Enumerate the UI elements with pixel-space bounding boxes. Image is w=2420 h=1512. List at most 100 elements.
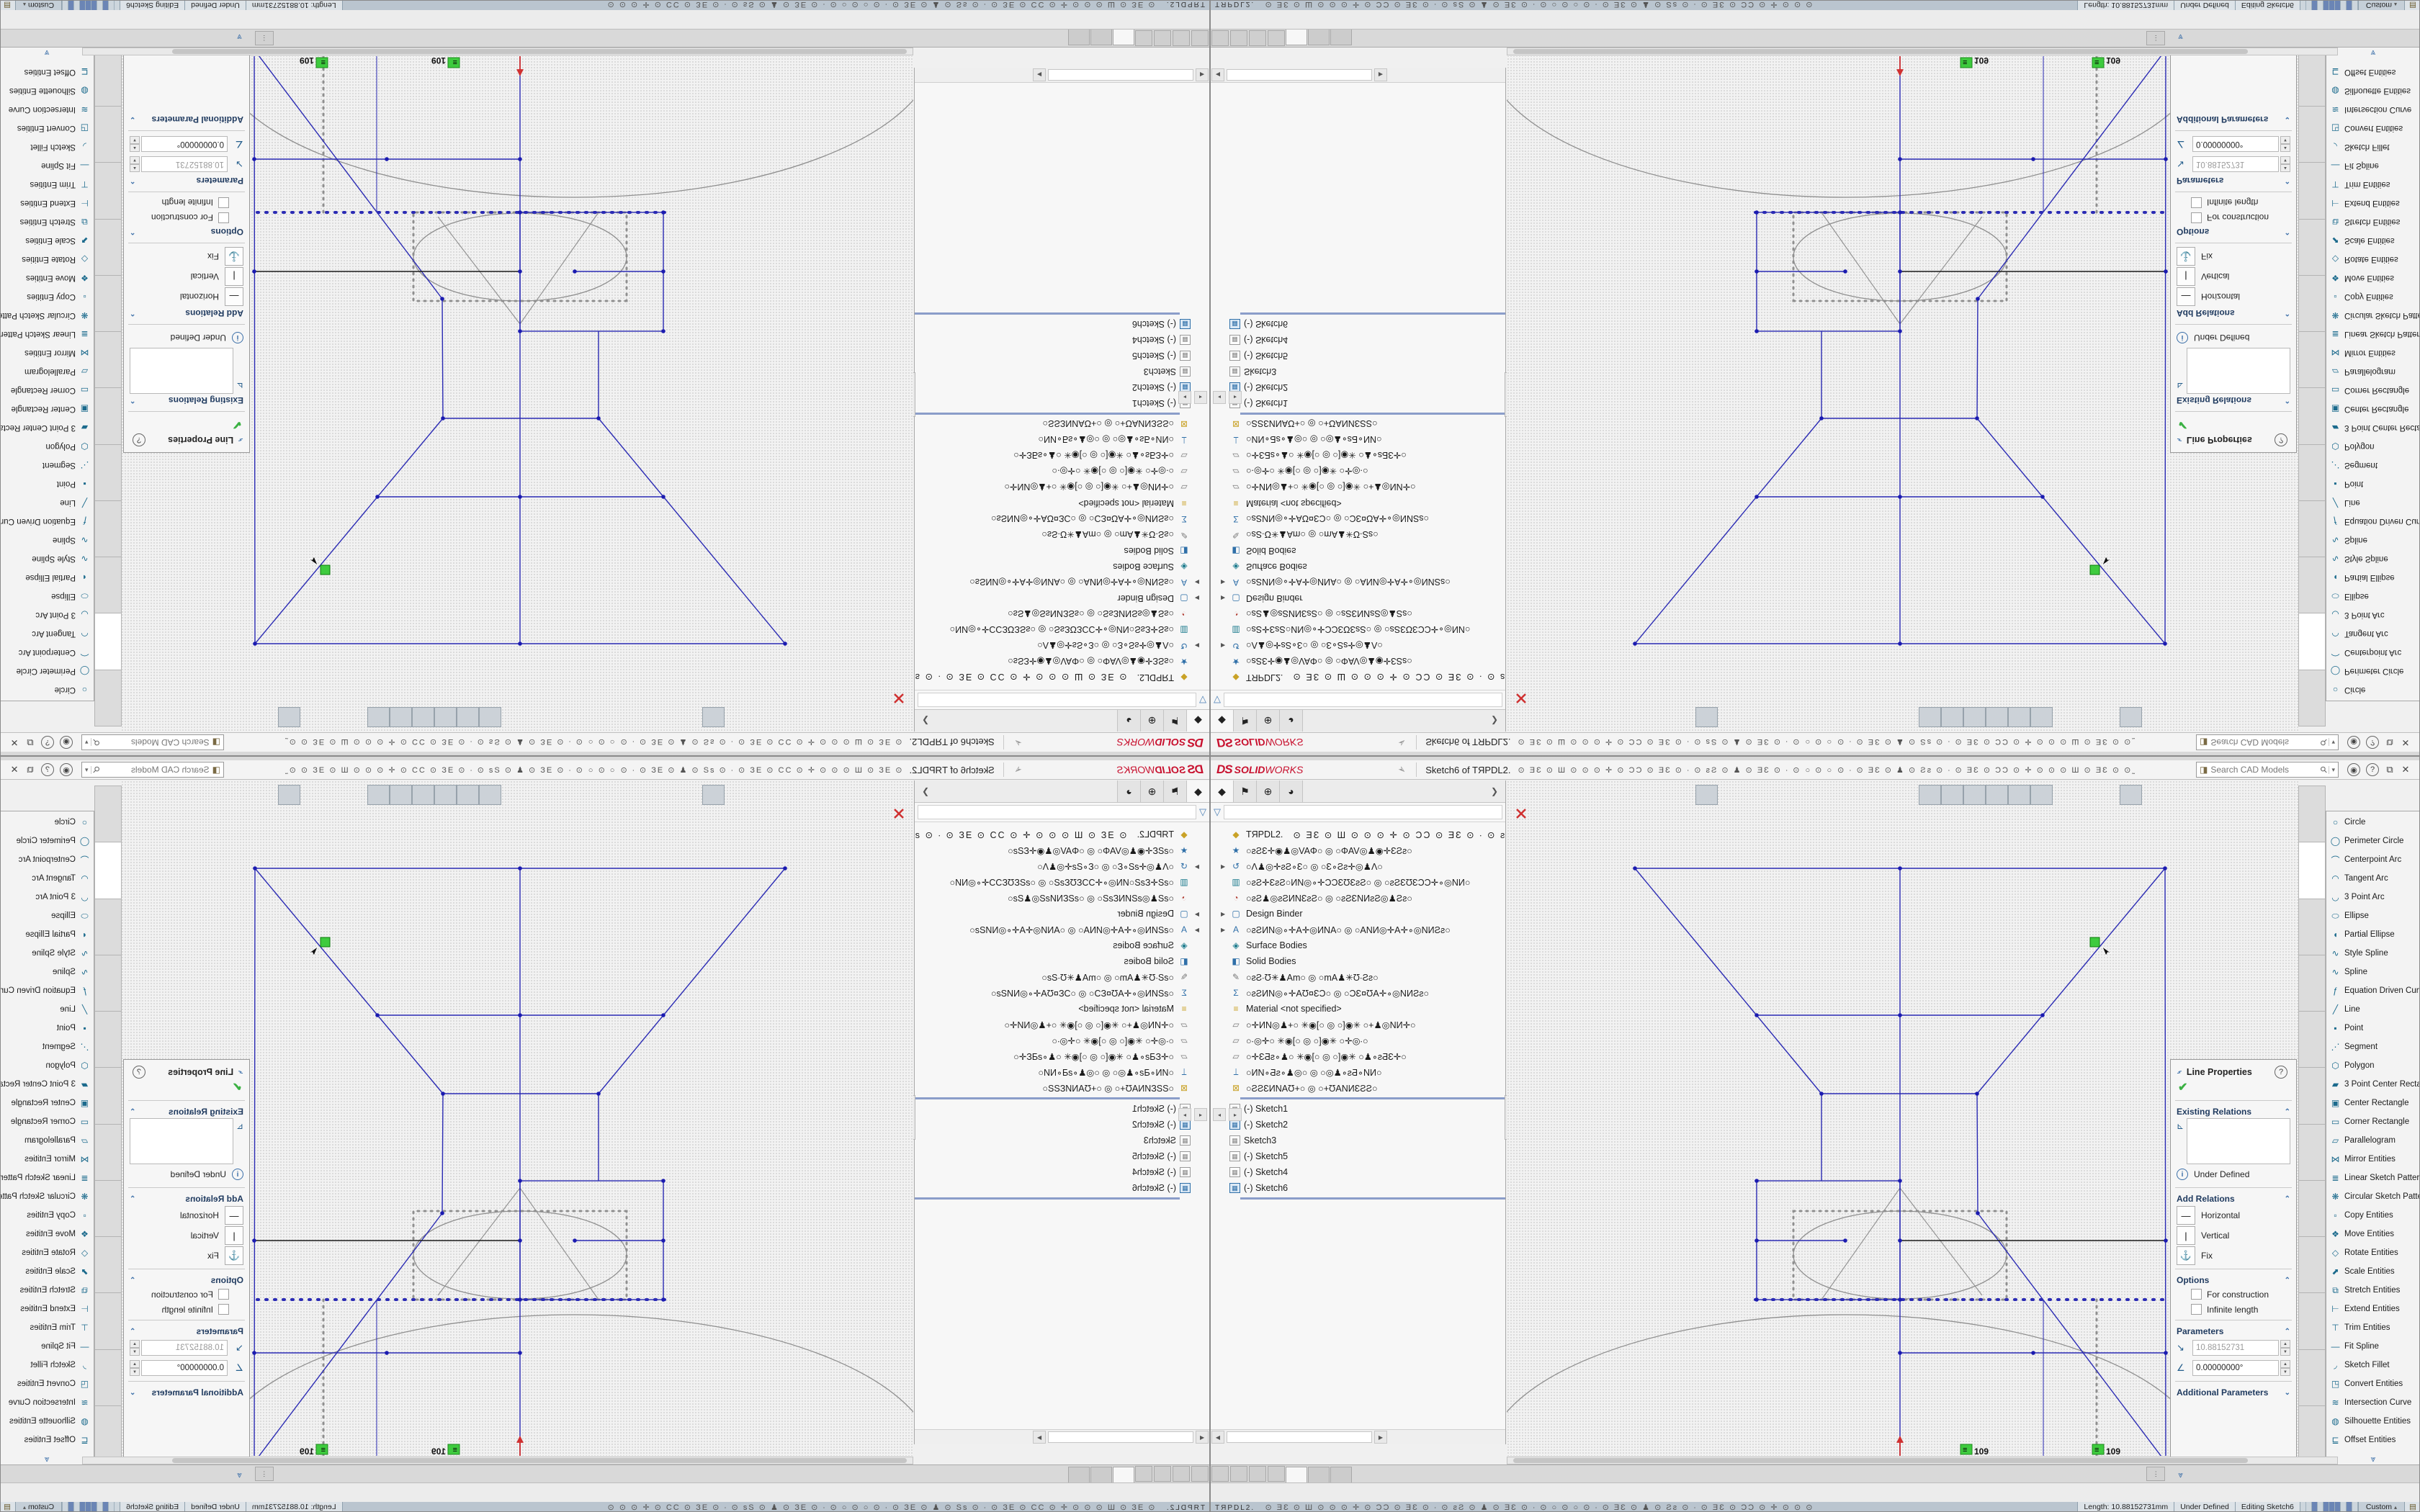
equal-relation-badge[interactable]: ≡ 109 [300, 56, 328, 68]
sketch-tool-item[interactable]: ◠ Tangent Arc [0, 624, 94, 643]
options-header[interactable]: Options ⌃ [2171, 225, 2296, 240]
tree-root[interactable]: ◆ TЯPDL2. ⊙ ƎƐ ⊙ Ш ⊙ ⊙ ⊙ ✛ ⊙ ϽƆ ⊙ ƎƐ ⊙ ∙… [1211, 670, 1505, 685]
tree-item[interactable]: ▥ ○ƨƧ✛ƐƨƧ○ИN◎∘✛ϽƆƐƱƐƨƧ○ ◎ ○ƨƧƐƱƐƆϽ✛∘◎NИ○ [915, 622, 1209, 638]
splitter-right-icon[interactable]: ▸ [1178, 1108, 1191, 1121]
toolbar-icon[interactable] [814, 707, 836, 727]
document-tab[interactable] [1308, 1467, 1330, 1483]
toolbar-icon[interactable] [591, 785, 613, 805]
close-sketch-icon[interactable] [1517, 809, 1525, 818]
tree-item[interactable]: ▦ (-) Sketch6 [915, 1180, 1209, 1196]
pin-icon[interactable]: ➢ [1011, 762, 1025, 776]
sketch-tool-item[interactable]: ▱ Parallelogram [2326, 362, 2420, 381]
sketch-tool-item[interactable]: ❋ Circular Sketch Pattern [0, 306, 94, 325]
command-tab[interactable] [94, 670, 122, 726]
help-icon[interactable]: ? [41, 736, 54, 749]
sketch-tool-item[interactable]: ▱ Parallelogram [0, 362, 94, 381]
pin-icon[interactable]: ➢ [1395, 735, 1409, 749]
tree-item[interactable]: ◧ Solid Bodies [1211, 953, 1505, 969]
add-relation-button[interactable]: — Horizontal [2171, 1205, 2296, 1225]
relations-list[interactable] [130, 348, 233, 394]
scroll-track[interactable] [1048, 1431, 1193, 1443]
menu-overflow-icon[interactable]: ⩔ [0, 48, 94, 58]
command-tab[interactable] [94, 1181, 122, 1237]
tree-item[interactable]: ▱ ○✛ƐƋƨ∘♟○ ✳◉[○ ◎ ○]◉✳ ○♟∘ƨƋƐ✛○ [915, 448, 1209, 464]
equal-relation-badge[interactable]: ≡ 109 [431, 1444, 460, 1456]
tab-nav-button[interactable] [1211, 30, 1229, 46]
help-icon[interactable]: ? [133, 1066, 145, 1079]
sketch-tool-item[interactable]: ❖ Move Entities [0, 1225, 94, 1243]
command-tab[interactable] [94, 500, 122, 557]
tree-item[interactable]: ◈ Surface Bodies [915, 937, 1209, 953]
tree-item[interactable]: ★ ○ƨƧƐ✛◉♟◎VAΦ○ ◎ ○ΦAV◎♟◉✛ƐƧƨ○ [1211, 842, 1505, 858]
scroll-track[interactable] [1048, 69, 1193, 81]
option-checkbox[interactable]: For construction [2171, 210, 2296, 225]
sketch-tool-item[interactable]: ▭ Corner Rectangle [2326, 381, 2420, 400]
add-relation-button[interactable]: ⚓ Fix [124, 1246, 249, 1266]
toolbar-icon[interactable] [702, 785, 725, 805]
sketch-tool-item[interactable]: ⊤ Trim Entities [0, 175, 94, 194]
collapse-icon[interactable]: ⌃ [2285, 1195, 2290, 1203]
relation-button-icon[interactable]: ⚓ [225, 247, 243, 266]
toolbar-icon[interactable] [1410, 11, 1431, 28]
graphics-horizontal-scrollbar[interactable] [82, 48, 913, 55]
sketch-tool-item[interactable]: ≣ Linear Sketch Pattern [2326, 1169, 2420, 1187]
tree-item[interactable]: ▶ ↺ ○Λ♟◎✛ƨƧ∘Ɛ○ ◎ ○Ɛ∘Ƨƨ✛◎♟Λ○ [1211, 858, 1505, 874]
toolbar-icon-strip[interactable]: ⊙ ƎƐ ⊙ Ш ⊙ ⊙ ⊙ ✛ ⊙ ϽƆ ⊙ ƎƐ ⊙ ∙ ⊙ ƨƧ ⊙ ♟ … [1518, 738, 1801, 747]
checkbox[interactable] [2191, 1289, 2202, 1300]
sketch-tool-item[interactable]: ◍ Silhouette Entities [0, 1412, 94, 1431]
tree-item[interactable]: ✎ ○ƨƧ∙Ʊ✳♟Am○ ◎ ○mA♟✳Ʊ∙Ƨƨ○ [915, 527, 1209, 543]
equal-relation-badge[interactable]: ≡ 109 [1960, 1444, 1989, 1456]
toolbar-icon[interactable] [1075, 1484, 1097, 1501]
sketch-tool-item[interactable]: ╱ Line [0, 493, 94, 512]
sketch-tool-item[interactable]: ❋ Circular Sketch Pattern [2326, 306, 2420, 325]
toolbar-icon[interactable] [2075, 707, 2097, 727]
panel-expand-icon[interactable]: ❯ [915, 710, 936, 732]
tree-item[interactable]: ▥ ○ƨƧ✛ƐƨƧ○ИN◎∘✛ϽƆƐƱƐƨƧ○ ◎ ○ƨƧƐƱƐƆϽ✛∘◎NИ○ [1211, 622, 1505, 638]
toolbar-icon[interactable] [568, 707, 591, 727]
help-icon[interactable]: ? [2275, 433, 2287, 446]
toolbar-icon[interactable] [1695, 785, 1718, 805]
sketch-tool-item[interactable]: ∿ Spline [0, 963, 94, 981]
command-tab[interactable] [2298, 106, 2326, 162]
length-field[interactable]: 10.88152731 [141, 1340, 228, 1356]
tree-item[interactable]: ▦ (-) Sketch2 [915, 379, 1209, 395]
chevron-down-icon[interactable]: ⩔ [237, 32, 242, 42]
tree-item[interactable]: ◈ Surface Bodies [1211, 559, 1505, 575]
graphics-horizontal-scrollbar[interactable] [82, 1457, 913, 1464]
toolbar-icon[interactable] [1852, 785, 1874, 805]
toolbar-icon[interactable] [1584, 785, 1606, 805]
command-tab[interactable] [2298, 1012, 2326, 1068]
equal-relation-badge[interactable]: ≡ 109 [1960, 56, 1989, 68]
sketch-tool-item[interactable]: — Fit Spline [2326, 156, 2420, 175]
equal-relation-badge[interactable]: ≡ 109 [2092, 56, 2120, 68]
toolbar-icon[interactable] [1740, 785, 1762, 805]
sketch-geometry[interactable] [1635, 868, 2166, 1456]
help-icon[interactable]: ? [2366, 763, 2379, 776]
tree-item[interactable]: ▦ (-) Sketch2 [1211, 1117, 1505, 1133]
toolbar-icon[interactable] [1345, 11, 1366, 28]
sketch-tool-item[interactable]: ▫ Copy Entities [0, 287, 94, 306]
account-icon[interactable]: ◉ [2347, 736, 2360, 749]
toolbar-icon[interactable] [1673, 707, 1695, 727]
scroll-track[interactable] [1227, 69, 1372, 81]
panel-expand-icon[interactable]: ❯ [915, 780, 936, 802]
search-dropdown-icon[interactable]: ▾ [85, 739, 91, 747]
tag-icon[interactable]: ▤ [2404, 0, 2420, 10]
splitter-left-icon[interactable]: ◂ [1213, 391, 1226, 404]
sketch-tool-item[interactable]: ⊑ Offset Entities [2326, 1431, 2420, 1449]
toolbar-icon[interactable] [2030, 785, 2053, 805]
parameters-header[interactable]: Parameters ⌃ [2171, 174, 2296, 189]
tree-item[interactable]: ◈ Surface Bodies [1211, 937, 1505, 953]
toolbar-icon[interactable] [1366, 11, 1388, 28]
relation-button-icon[interactable]: ⚓ [2177, 1246, 2195, 1265]
units-selector[interactable]: Custom ▴ [2358, 1502, 2404, 1512]
sketch-tool-item[interactable]: ⊑ Offset Entities [0, 63, 94, 81]
sketch-tool-item[interactable]: ◳ Convert Entities [2326, 119, 2420, 138]
sketch-tool-item[interactable]: ∿ Style Spline [2326, 549, 2420, 568]
chevron-down-icon[interactable]: ⩔ [237, 1470, 242, 1480]
toolbar-icon[interactable] [836, 707, 859, 727]
toolbar-icon[interactable] [1651, 707, 1673, 727]
panel-horizontal-scrollbar[interactable]: ◀ ▶ [1211, 68, 1505, 83]
sketch-tool-item[interactable]: ◯ Perimeter Circle [2326, 832, 2420, 850]
add-relation-button[interactable]: — Horizontal [124, 287, 249, 307]
